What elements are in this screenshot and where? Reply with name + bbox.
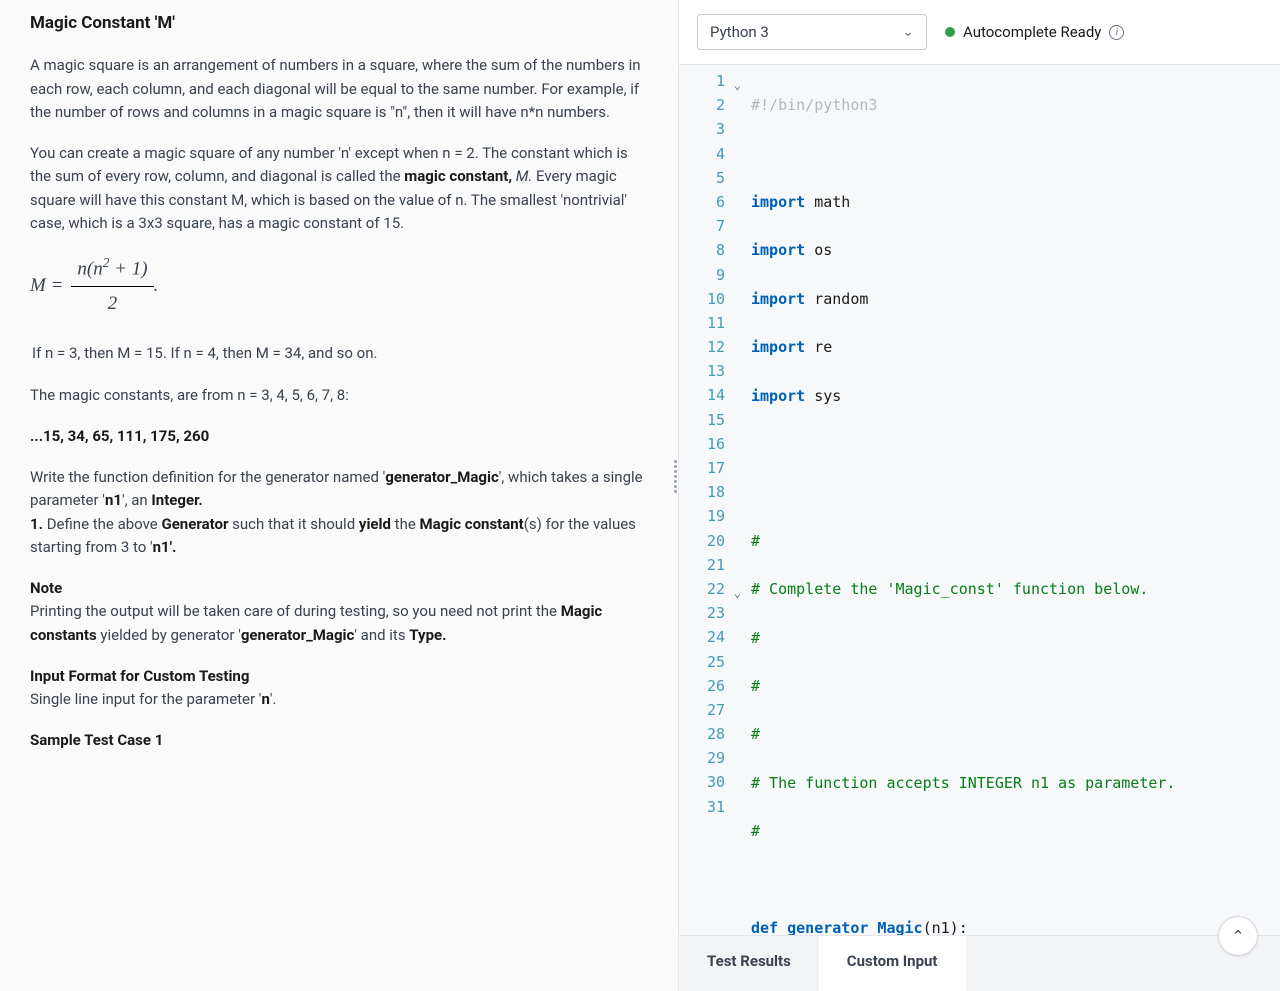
sample-heading: Sample Test Case 1	[30, 729, 648, 752]
problem-text: Write the function definition for the ge…	[30, 466, 648, 559]
formula: M = n(n2 + 1) 2 .	[30, 253, 648, 318]
bottom-tabs: Test Results Custom Input ⌃	[679, 935, 1280, 991]
code-area[interactable]: #!/bin/python3 import math import os imp…	[737, 65, 1280, 935]
problem-title: Magic Constant 'M'	[30, 10, 648, 36]
problem-text: The magic constants, are from n = 3, 4, …	[30, 384, 648, 407]
problem-note: Note Printing the output will be taken c…	[30, 577, 648, 647]
problem-text: ...15, 34, 65, 111, 175, 260	[30, 425, 648, 448]
splitter-handle[interactable]	[672, 460, 679, 500]
autocomplete-status: Autocomplete Ready i	[945, 23, 1124, 41]
editor-panel: Python 3 ⌄ Autocomplete Ready i 1⌄ 2 3 4…	[678, 0, 1280, 991]
problem-text: A magic square is an arrangement of numb…	[30, 54, 648, 124]
tab-test-results[interactable]: Test Results	[679, 936, 819, 991]
fold-icon[interactable]: ⌄	[734, 73, 741, 97]
tab-custom-input[interactable]: Custom Input	[819, 936, 966, 991]
problem-panel: Magic Constant 'M' A magic square is an …	[0, 0, 678, 991]
chevron-up-icon: ⌃	[1232, 927, 1245, 945]
expand-button[interactable]: ⌃	[1218, 916, 1258, 956]
input-format: Input Format for Custom Testing Single l…	[30, 665, 648, 712]
problem-text: You can create a magic square of any num…	[30, 142, 648, 235]
problem-text: If n = 3, then M = 15. If n = 4, then M …	[32, 342, 648, 365]
language-select[interactable]: Python 3 ⌄	[697, 14, 927, 50]
status-dot-icon	[945, 27, 955, 37]
info-icon[interactable]: i	[1109, 25, 1124, 40]
editor-toolbar: Python 3 ⌄ Autocomplete Ready i	[679, 0, 1280, 65]
line-gutter: 1⌄ 2 3 4 5 6 7 8 9 10 11 12 13 14 15 16 …	[679, 65, 737, 935]
code-editor[interactable]: 1⌄ 2 3 4 5 6 7 8 9 10 11 12 13 14 15 16 …	[679, 65, 1280, 935]
chevron-down-icon: ⌄	[902, 24, 914, 40]
fold-icon[interactable]: ⌄	[734, 581, 741, 605]
